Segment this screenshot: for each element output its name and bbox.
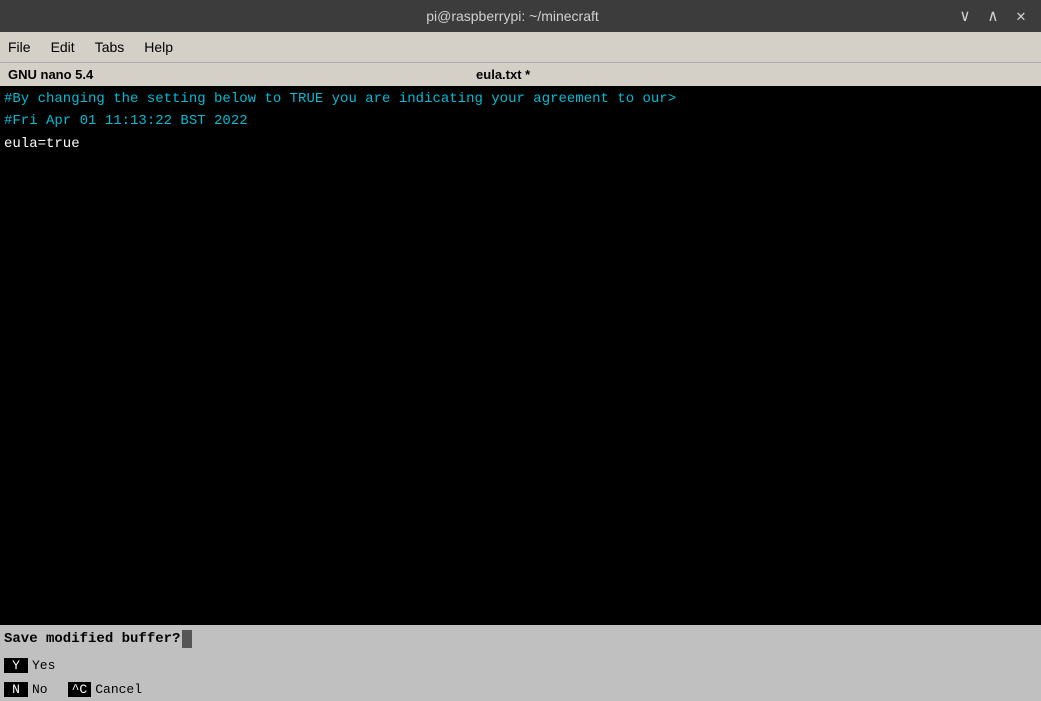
yes-label: Yes	[32, 658, 55, 673]
nano-filename: eula.txt *	[476, 67, 530, 82]
window-controls[interactable]: ∨ ∧ ✕	[955, 6, 1031, 26]
editor-area[interactable]: #By changing the setting below to TRUE y…	[0, 86, 1041, 645]
option-row-no[interactable]: N No ^C Cancel	[0, 677, 1041, 701]
cancel-label: Cancel	[95, 682, 142, 697]
editor-line-1: #By changing the setting below to TRUE y…	[0, 88, 1041, 110]
cancel-key[interactable]: ^C	[68, 682, 92, 697]
save-prompt-bar: Save modified buffer?	[0, 625, 1041, 653]
save-prompt-cursor	[182, 630, 192, 648]
no-key[interactable]: N	[4, 682, 28, 697]
menu-tabs[interactable]: Tabs	[95, 39, 125, 55]
no-label: No	[32, 682, 48, 697]
yes-key[interactable]: Y	[4, 658, 28, 673]
save-prompt-text: Save modified buffer?	[4, 631, 180, 647]
editor-line-2: #Fri Apr 01 11:13:22 BST 2022	[0, 110, 1041, 132]
close-button[interactable]: ✕	[1011, 6, 1031, 26]
nano-version: GNU nano 5.4	[8, 67, 93, 82]
nano-header: GNU nano 5.4 eula.txt *	[0, 62, 1041, 86]
minimize-button[interactable]: ∨	[955, 6, 975, 26]
options-bar: Y Yes N No ^C Cancel	[0, 653, 1041, 701]
menu-bar: File Edit Tabs Help	[0, 32, 1041, 62]
window-title: pi@raspberrypi: ~/minecraft	[70, 8, 955, 24]
menu-file[interactable]: File	[8, 39, 31, 55]
bottom-section: Save modified buffer? Y Yes N No ^C Canc…	[0, 625, 1041, 701]
option-row-yes[interactable]: Y Yes	[0, 653, 1041, 677]
title-bar: pi@raspberrypi: ~/minecraft ∨ ∧ ✕	[0, 0, 1041, 32]
menu-help[interactable]: Help	[144, 39, 173, 55]
editor-line-3: eula=true	[0, 133, 1041, 155]
menu-edit[interactable]: Edit	[51, 39, 75, 55]
maximize-button[interactable]: ∧	[983, 6, 1003, 26]
